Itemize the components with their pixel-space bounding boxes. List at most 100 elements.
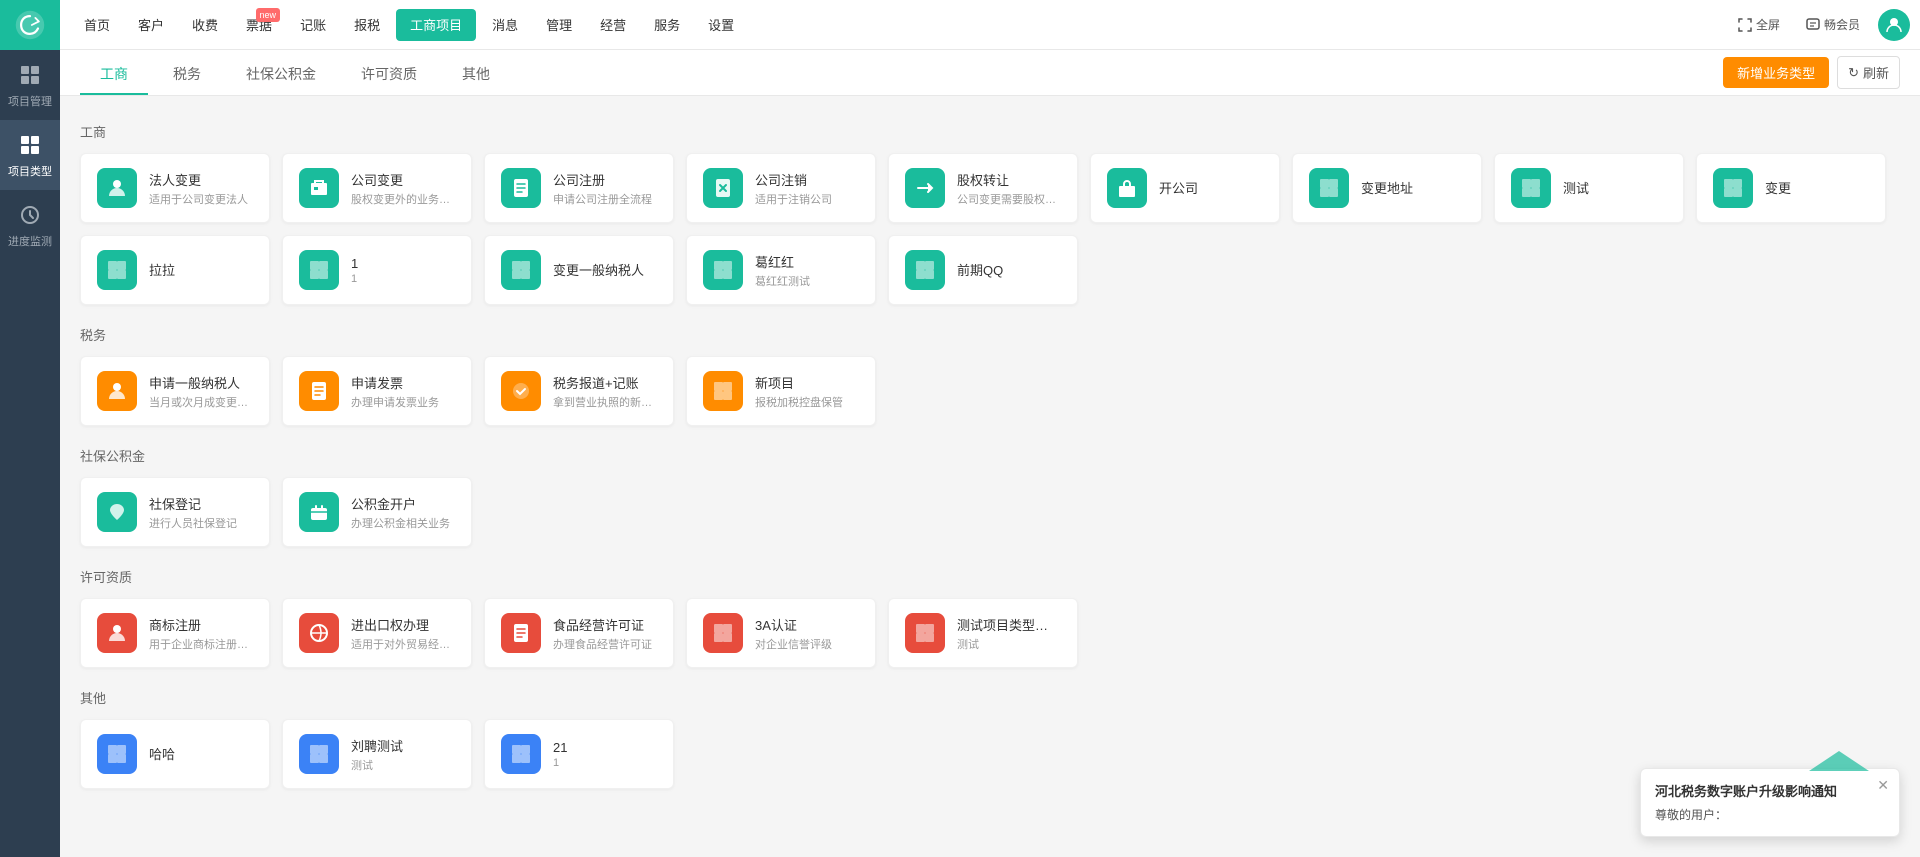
card-apply-taxpayer[interactable]: 申请一般纳税人 当月或次月成变更完成	[80, 356, 270, 426]
card-icon	[703, 168, 743, 208]
card-desc: 适用于公司变更法人	[149, 191, 253, 207]
tab-license[interactable]: 许可资质	[341, 55, 437, 95]
nav-message[interactable]: 消息	[478, 0, 532, 50]
card-open-company[interactable]: 开公司	[1090, 153, 1280, 223]
card-front-qq[interactable]: 前期QQ	[888, 235, 1078, 305]
card-mohonghong[interactable]: 葛红红 葛红红测试	[686, 235, 876, 305]
nav-accounting[interactable]: 记账	[286, 0, 340, 50]
card-icon	[501, 168, 541, 208]
scroll-area: 工商 法人变更 适用于公司变更法人 公司变更	[60, 96, 1920, 857]
card-icon	[703, 250, 743, 290]
section-title-social: 社保公积金	[80, 446, 1900, 465]
card-change-taxpayer[interactable]: 变更一般纳税人	[484, 235, 674, 305]
card-icon	[299, 613, 339, 653]
card-name: 法人变更	[149, 170, 253, 189]
nav-customer[interactable]: 客户	[124, 0, 178, 50]
project-type-icon	[16, 131, 44, 159]
card-apply-invoice[interactable]: 申请发票 办理申请发票业务	[282, 356, 472, 426]
card-icon	[1511, 168, 1551, 208]
nav-tax[interactable]: 报税	[340, 0, 394, 50]
nav-settings[interactable]: 设置	[694, 0, 748, 50]
tab-social[interactable]: 社保公积金	[226, 55, 336, 95]
section-title-bizreg: 工商	[80, 122, 1900, 141]
card-icon	[905, 613, 945, 653]
sidebar-item-project-mgmt[interactable]: 项目管理	[0, 50, 60, 120]
main-area: 首页 客户 收费 票据 new 记账 报税 工商项目 消息 管理 经营 服务 设…	[60, 0, 1920, 857]
member-button[interactable]: 畅会员	[1798, 12, 1868, 37]
card-new-project[interactable]: 新项目 报税加税控盘保管	[686, 356, 876, 426]
card-test[interactable]: 测试	[1494, 153, 1684, 223]
notification-body: 尊敬的用户：	[1655, 806, 1885, 824]
social-cards: 社保登记 进行人员社保登记 公积金开户 办理公积金相关业务	[80, 477, 1900, 547]
sidebar-item-project-type[interactable]: 项目类型	[0, 120, 60, 190]
card-company-change[interactable]: 公司变更 股权变更外的业务变更	[282, 153, 472, 223]
card-fund-open[interactable]: 公积金开户 办理公积金相关业务	[282, 477, 472, 547]
fullscreen-button[interactable]: 全屏	[1730, 12, 1788, 37]
card-icon	[501, 250, 541, 290]
card-social-register[interactable]: 社保登记 进行人员社保登记	[80, 477, 270, 547]
refresh-button[interactable]: ↻ 刷新	[1837, 56, 1900, 89]
card-test-type[interactable]: 测试项目类型自定义 测试	[888, 598, 1078, 668]
card-import-export[interactable]: 进出口权办理 适用于对外贸易经营者	[282, 598, 472, 668]
card-company-cancel[interactable]: 公司注销 适用于注销公司	[686, 153, 876, 223]
other-cards: 哈哈 刘聘测试 测试	[80, 719, 1900, 789]
card-equity-transfer[interactable]: 股权转让 公司变更需要股权转让	[888, 153, 1078, 223]
notification-close-button[interactable]: ✕	[1877, 777, 1889, 794]
section-title-other: 其他	[80, 688, 1900, 707]
card-icon-legal-change	[97, 168, 137, 208]
card-icon	[905, 250, 945, 290]
notif-triangle	[1809, 751, 1869, 771]
card-twenty-one[interactable]: 21 1	[484, 719, 674, 789]
card-tax-report[interactable]: 税务报道+记账 拿到营业执照的新公司	[484, 356, 674, 426]
tab-other[interactable]: 其他	[442, 55, 510, 95]
card-icon	[97, 613, 137, 653]
sidebar-logo[interactable]	[0, 0, 60, 50]
nav-billing[interactable]: 收费	[178, 0, 232, 50]
card-icon	[905, 168, 945, 208]
section-title-tax: 税务	[80, 325, 1900, 344]
user-avatar[interactable]	[1878, 9, 1910, 41]
tab-bizreg[interactable]: 工商	[80, 55, 148, 95]
nav-service[interactable]: 服务	[640, 0, 694, 50]
sidebar-item-label: 项目类型	[8, 163, 52, 179]
card-lala[interactable]: 拉拉	[80, 235, 270, 305]
card-icon	[299, 250, 339, 290]
sidebar-item-progress[interactable]: 进度监测	[0, 190, 60, 260]
card-icon	[299, 734, 339, 774]
card-icon	[1309, 168, 1349, 208]
card-company-register[interactable]: 公司注册 申请公司注册全流程	[484, 153, 674, 223]
tab-actions: 新增业务类型 ↻ 刷新	[1723, 56, 1900, 95]
card-icon	[501, 371, 541, 411]
sidebar-item-label: 项目管理	[8, 93, 52, 109]
card-icon	[299, 168, 339, 208]
card-trademark[interactable]: 商标注册 用于企业商标注册服务	[80, 598, 270, 668]
nav-operation[interactable]: 经营	[586, 0, 640, 50]
card-icon	[97, 734, 137, 774]
license-cards: 商标注册 用于企业商标注册服务 进出口权办理 适用于对外贸易经营者	[80, 598, 1900, 668]
card-icon	[501, 613, 541, 653]
card-liupeng-test[interactable]: 刘聘测试 测试	[282, 719, 472, 789]
card-icon	[97, 371, 137, 411]
nav-home[interactable]: 首页	[70, 0, 124, 50]
card-icon	[97, 492, 137, 532]
card-haha[interactable]: 哈哈	[80, 719, 270, 789]
fullscreen-icon	[1738, 18, 1752, 32]
new-type-button[interactable]: 新增业务类型	[1723, 57, 1829, 88]
topnav-right: 全屏 畅会员	[1730, 9, 1910, 41]
nav-invoice[interactable]: 票据 new	[232, 0, 286, 50]
notification-popup: ✕ 河北税务数字账户升级影响通知 尊敬的用户：	[1640, 768, 1900, 837]
tab-tax[interactable]: 税务	[153, 55, 221, 95]
card-one[interactable]: 1 1	[282, 235, 472, 305]
tab-bar: 工商 税务 社保公积金 许可资质 其他 新增业务类型 ↻ 刷新	[60, 50, 1920, 96]
section-title-license: 许可资质	[80, 567, 1900, 586]
nav-bizreg[interactable]: 工商项目	[396, 9, 476, 41]
progress-icon	[16, 201, 44, 229]
card-change[interactable]: 变更	[1696, 153, 1886, 223]
card-change-address[interactable]: 变更地址	[1292, 153, 1482, 223]
card-food-license[interactable]: 食品经营许可证 办理食品经营许可证	[484, 598, 674, 668]
nav-management[interactable]: 管理	[532, 0, 586, 50]
card-legal-change[interactable]: 法人变更 适用于公司变更法人	[80, 153, 270, 223]
card-3a-cert[interactable]: 3A认证 对企业信誉评级	[686, 598, 876, 668]
card-icon	[703, 613, 743, 653]
refresh-icon: ↻	[1848, 65, 1859, 81]
